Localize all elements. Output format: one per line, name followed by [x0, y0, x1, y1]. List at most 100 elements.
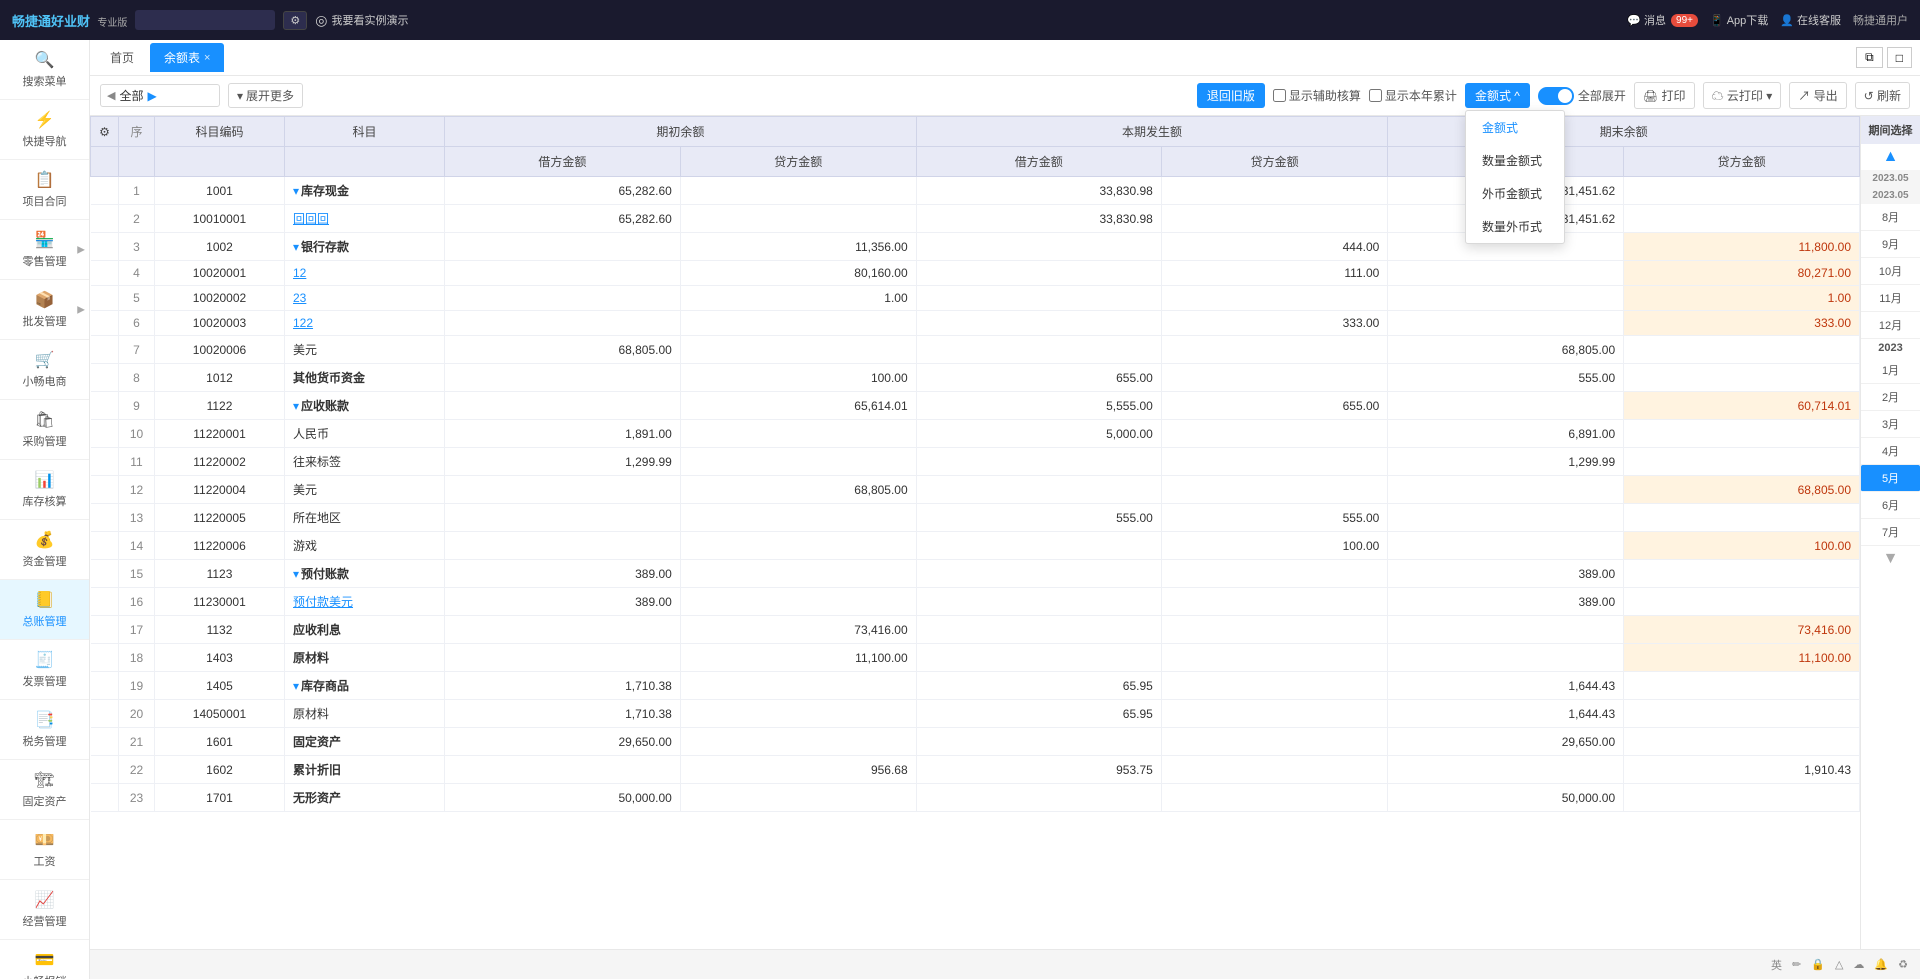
demo-btn[interactable]: ◎ 我要看实例演示: [315, 12, 408, 29]
show-ytd-input[interactable]: [1369, 89, 1382, 102]
sidebar-item-search[interactable]: 🔍 搜索菜单: [0, 40, 89, 100]
show-aux-input[interactable]: [1273, 89, 1286, 102]
cloud-print-btn[interactable]: ☁ 云打印 ▾: [1703, 82, 1782, 109]
status-lang[interactable]: 英: [1771, 957, 1782, 973]
period-month-12[interactable]: 12月: [1861, 312, 1920, 339]
period-nav-down[interactable]: ▼: [1861, 546, 1920, 572]
show-ytd-checkbox[interactable]: 显示本年累计: [1369, 87, 1457, 104]
col-settings[interactable]: ⚙: [91, 117, 119, 147]
sidebar-item-expense[interactable]: 💳 小畅报销: [0, 940, 89, 979]
amount-type-btn[interactable]: 金额式 ^: [1465, 83, 1530, 108]
sidebar-item-purchase[interactable]: 🛍 采购管理: [0, 400, 89, 460]
status-cloud[interactable]: ☁: [1853, 958, 1864, 971]
expand-more-btn[interactable]: ▾ 展开更多: [228, 83, 303, 108]
message-btn[interactable]: 💬 消息 99+: [1627, 12, 1698, 28]
sidebar-item-project[interactable]: 📋 项目合同: [0, 160, 89, 220]
row-name[interactable]: 回回回: [285, 205, 445, 233]
period-month-11[interactable]: 11月: [1861, 285, 1920, 312]
row-code: 1002: [155, 233, 285, 261]
row-credit-open: [680, 672, 916, 700]
dropdown-item-amount[interactable]: 金额式: [1466, 111, 1564, 144]
status-refresh[interactable]: ♻: [1898, 958, 1908, 971]
sidebar-item-salary[interactable]: 💴 工资: [0, 820, 89, 880]
settings-btn[interactable]: ⚙: [283, 11, 307, 30]
window-maximize-btn[interactable]: □: [1887, 47, 1912, 68]
row-debit-close: [1388, 532, 1624, 560]
tab-balance-label: 余额表: [164, 49, 200, 66]
window-restore-btn[interactable]: ⧉: [1856, 47, 1883, 68]
sidebar-item-finance[interactable]: 💰 资金管理: [0, 520, 89, 580]
row-debit-close: [1388, 756, 1624, 784]
status-edit[interactable]: ✏: [1792, 958, 1801, 971]
row-credit-close: 80,271.00: [1624, 261, 1860, 286]
period-nav-up[interactable]: ▲: [1861, 144, 1920, 170]
col-name-sub: [285, 147, 445, 177]
row-code: 11220004: [155, 476, 285, 504]
search-arrow-btn[interactable]: ▶: [147, 89, 156, 103]
sidebar-item-ecommerce[interactable]: 🛒 小畅电商: [0, 340, 89, 400]
print-btn[interactable]: 🖨 打印: [1634, 82, 1695, 109]
sidebar-item-inventory[interactable]: 📊 库存核算: [0, 460, 89, 520]
dropdown-item-foreign-amount[interactable]: 外币金额式: [1466, 177, 1564, 210]
period-month-9[interactable]: 9月: [1861, 231, 1920, 258]
expand-all-toggle: 全部展开: [1538, 87, 1626, 105]
return-old-btn[interactable]: 退回旧版: [1197, 83, 1265, 108]
row-credit-close: [1624, 560, 1860, 588]
project-icon: 📋: [35, 170, 55, 190]
dropdown-item-qty-foreign[interactable]: 数量外币式: [1466, 210, 1564, 243]
sidebar-item-ops[interactable]: 📈 经营管理: [0, 880, 89, 940]
app-download-btn[interactable]: 📱 App下载: [1710, 12, 1768, 28]
online-service-btn[interactable]: 👤 在线客服: [1780, 12, 1841, 28]
period-month-8[interactable]: 8月: [1861, 204, 1920, 231]
row-credit-curr: [1161, 420, 1387, 448]
expense-icon: 💳: [35, 950, 55, 970]
row-debit-curr: [916, 448, 1161, 476]
period-month-2[interactable]: 2月: [1861, 384, 1920, 411]
row-name[interactable]: 122: [285, 311, 445, 336]
ledger-icon: 📒: [35, 590, 55, 610]
header-search-input[interactable]: [135, 10, 275, 30]
period-month-1[interactable]: 1月: [1861, 357, 1920, 384]
period-month-4[interactable]: 4月: [1861, 438, 1920, 465]
sidebar-item-ledger[interactable]: 📒 总账管理: [0, 580, 89, 640]
row-name[interactable]: 12: [285, 261, 445, 286]
row-no: 9: [119, 392, 155, 420]
sidebar-item-wholesale[interactable]: 📦 批发管理 ▶: [0, 280, 89, 340]
tab-balance[interactable]: 余额表 ×: [150, 43, 224, 72]
row-name[interactable]: 预付款美元: [285, 588, 445, 616]
period-month-5[interactable]: 5月: [1861, 465, 1920, 492]
status-lock[interactable]: 🔒: [1811, 958, 1825, 971]
status-bell[interactable]: 🔔: [1874, 958, 1888, 971]
sidebar-item-fixed-assets[interactable]: 🏗 固定资产: [0, 760, 89, 820]
row-settings-cell: [91, 392, 119, 420]
period-month-7[interactable]: 7月: [1861, 519, 1920, 546]
col-credit-close: 贷方金额: [1624, 147, 1860, 177]
settings-icon[interactable]: ⚙: [99, 125, 110, 139]
tab-home[interactable]: 首页: [98, 43, 146, 72]
dropdown-item-qty-amount[interactable]: 数量金额式: [1466, 144, 1564, 177]
row-name[interactable]: 23: [285, 286, 445, 311]
row-credit-curr: [1161, 560, 1387, 588]
export-btn[interactable]: ↗ 导出: [1789, 82, 1846, 109]
period-month-3[interactable]: 3月: [1861, 411, 1920, 438]
tab-close-btn[interactable]: ×: [204, 52, 210, 64]
show-aux-checkbox[interactable]: 显示辅助核算: [1273, 87, 1361, 104]
sidebar-item-quicknav[interactable]: ⚡ 快捷导航: [0, 100, 89, 160]
status-alert[interactable]: △: [1835, 958, 1843, 971]
row-credit-close: 1.00: [1624, 286, 1860, 311]
col-no: 序: [119, 117, 155, 147]
sidebar-item-tax[interactable]: 📑 税务管理: [0, 700, 89, 760]
period-month-10[interactable]: 10月: [1861, 258, 1920, 285]
sidebar-item-retail[interactable]: 🏪 零售管理 ▶: [0, 220, 89, 280]
toggle-btn[interactable]: [1538, 87, 1574, 105]
row-credit-close: 60,714.01: [1624, 392, 1860, 420]
refresh-btn[interactable]: ↺ 刷新: [1855, 82, 1910, 109]
table-row: 91122▾应收账款65,614.015,555.00655.0060,714.…: [91, 392, 1860, 420]
row-name: 人民币: [285, 420, 445, 448]
row-debit-close: [1388, 311, 1624, 336]
row-debit-open: 65,282.60: [445, 177, 681, 205]
period-month-6[interactable]: 6月: [1861, 492, 1920, 519]
sidebar-item-invoice[interactable]: 🧾 发票管理: [0, 640, 89, 700]
row-credit-curr: [1161, 728, 1387, 756]
row-credit-open: 956.68: [680, 756, 916, 784]
